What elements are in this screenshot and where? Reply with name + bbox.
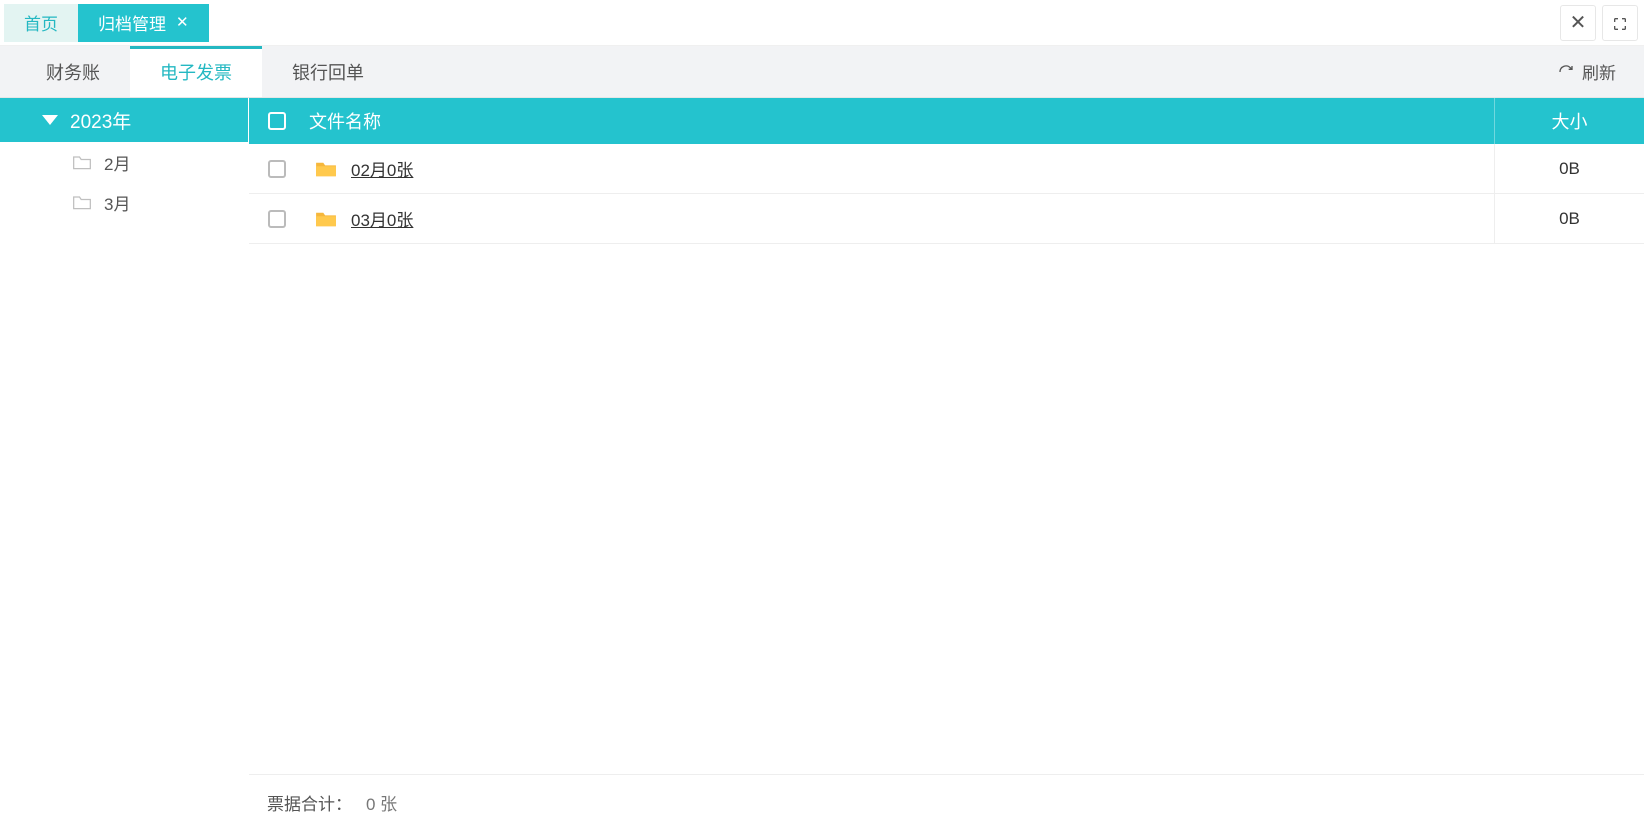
select-all-checkbox[interactable] [268, 112, 286, 130]
window-tab-strip: 首页 归档管理 ✕ ✕ [0, 0, 1644, 46]
folder-icon [315, 160, 337, 178]
tree-month-label: 2月 [104, 150, 130, 175]
header-filename: 文件名称 [305, 108, 1494, 134]
sub-tab-bank-receipt-label: 银行回单 [292, 59, 364, 85]
tree-month-item[interactable]: 3月 [0, 182, 248, 222]
table-header: 文件名称 大小 [249, 98, 1644, 144]
tree-year-label: 2023年 [70, 107, 131, 134]
folder-outline-icon [72, 153, 92, 171]
refresh-icon [1558, 64, 1574, 80]
file-size: 0B [1559, 159, 1580, 179]
folder-icon [315, 210, 337, 228]
file-size: 0B [1559, 209, 1580, 229]
refresh-label: 刷新 [1582, 59, 1616, 84]
sub-tab-strip: 财务账 电子发票 银行回单 刷新 [0, 46, 1644, 98]
sub-tab-e-invoice[interactable]: 电子发票 [130, 46, 262, 97]
content-area: 2023年 2月 3月 文件名称 大小 [0, 98, 1644, 830]
refresh-button[interactable]: 刷新 [1558, 46, 1644, 97]
tab-archive-management-label: 归档管理 [98, 10, 166, 35]
fullscreen-button[interactable] [1602, 5, 1638, 41]
table-row: 02月0张 0B [249, 144, 1644, 194]
table-row: 03月0张 0B [249, 194, 1644, 244]
tab-archive-management[interactable]: 归档管理 ✕ [78, 4, 209, 42]
row-checkbox[interactable] [268, 160, 286, 178]
header-filename-label: 文件名称 [309, 108, 381, 134]
sub-tab-e-invoice-label: 电子发票 [160, 59, 232, 85]
file-name-link[interactable]: 02月0张 [351, 156, 413, 181]
footer-label: 票据合计： [267, 790, 352, 815]
tree-month-item[interactable]: 2月 [0, 142, 248, 182]
window-controls: ✕ [1560, 5, 1644, 41]
close-window-button[interactable]: ✕ [1560, 5, 1596, 41]
sub-tab-finance-label: 财务账 [46, 59, 100, 85]
row-checkbox[interactable] [268, 210, 286, 228]
folder-outline-icon [72, 193, 92, 211]
sub-tab-bank-receipt[interactable]: 银行回单 [262, 46, 394, 97]
footer-count: 0 张 [366, 790, 397, 815]
folder-tree: 2023年 2月 3月 [0, 98, 248, 830]
file-name-link[interactable]: 03月0张 [351, 206, 413, 231]
tab-home[interactable]: 首页 [4, 4, 78, 42]
header-size: 大小 [1494, 98, 1644, 144]
header-checkbox-cell [249, 112, 305, 130]
sub-tab-finance[interactable]: 财务账 [16, 46, 130, 97]
tree-year-node[interactable]: 2023年 [0, 98, 248, 142]
file-table-container: 文件名称 大小 02月0张 0B [248, 98, 1644, 830]
tab-home-label: 首页 [24, 10, 58, 35]
close-icon[interactable]: ✕ [176, 15, 189, 30]
header-size-label: 大小 [1552, 108, 1588, 134]
table-body: 02月0张 0B 03月0张 0B [249, 144, 1644, 774]
chevron-down-icon [42, 115, 58, 125]
table-footer: 票据合计： 0 张 [249, 774, 1644, 830]
tree-month-label: 3月 [104, 190, 130, 215]
